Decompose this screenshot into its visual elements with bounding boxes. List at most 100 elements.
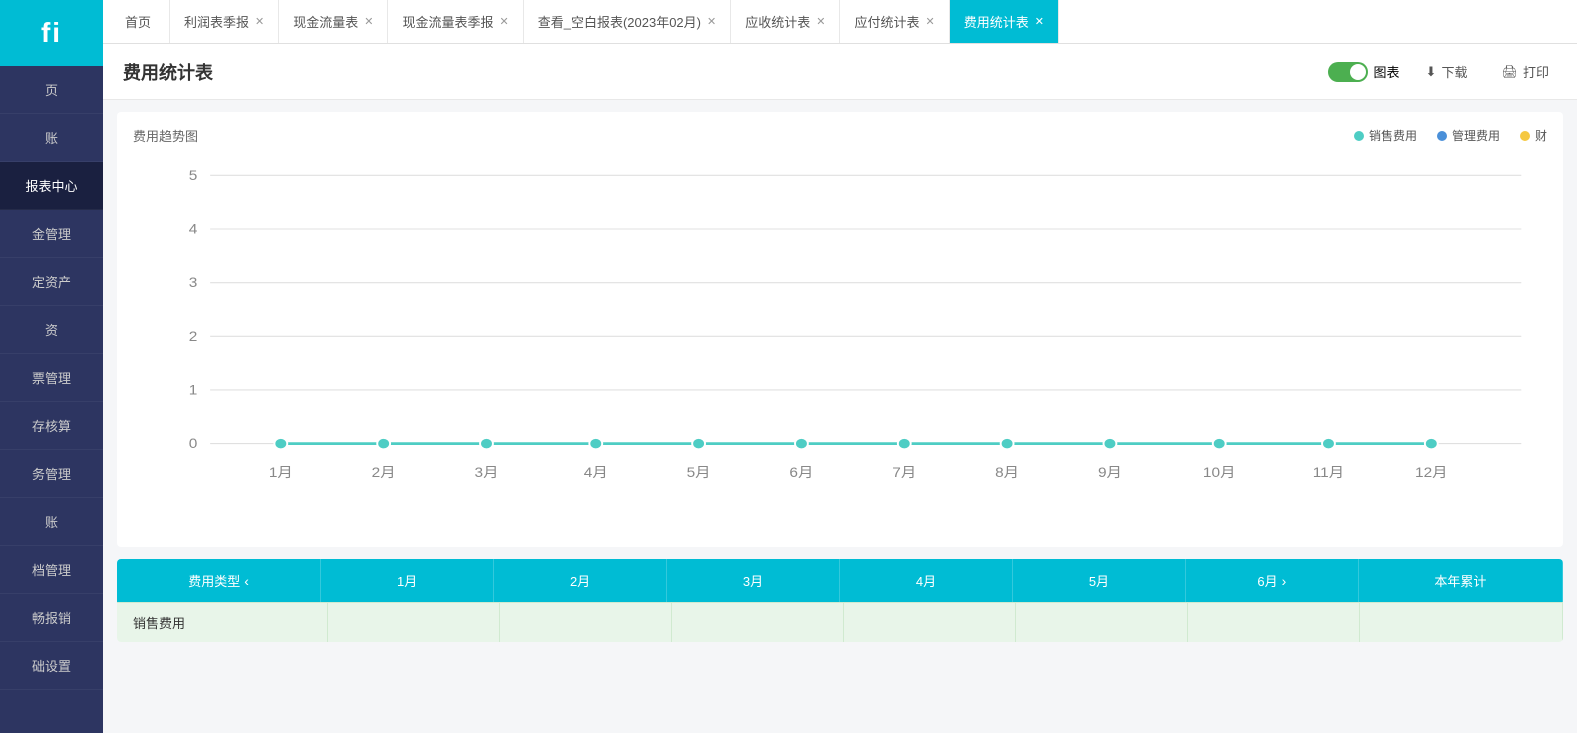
sidebar-item-service[interactable]: 务管理 bbox=[0, 450, 103, 498]
chart-header: 费用趋势图 销售费用 管理费用 财 bbox=[133, 126, 1547, 145]
svg-text:4月: 4月 bbox=[584, 466, 608, 481]
svg-text:12月: 12月 bbox=[1415, 466, 1448, 481]
print-icon: 🖨 bbox=[1501, 64, 1518, 80]
download-icon: ⬇ bbox=[1426, 64, 1437, 80]
svg-text:7月: 7月 bbox=[892, 466, 916, 481]
print-label: 打印 bbox=[1523, 62, 1549, 81]
tab-close-expense-stats[interactable]: ✕ bbox=[1035, 15, 1044, 28]
download-label: 下载 bbox=[1441, 62, 1467, 81]
svg-text:3: 3 bbox=[189, 276, 198, 291]
svg-text:1: 1 bbox=[189, 383, 198, 398]
td-m4 bbox=[844, 603, 1016, 642]
th-m3: 3月 bbox=[667, 559, 840, 602]
tab-profit-quarterly[interactable]: 利润表季报 ✕ bbox=[170, 0, 279, 44]
tab-close-cashflow-quarterly[interactable]: ✕ bbox=[500, 15, 509, 28]
svg-text:2月: 2月 bbox=[372, 466, 396, 481]
chart-legend: 销售费用 管理费用 财 bbox=[1354, 127, 1547, 144]
svg-text:9月: 9月 bbox=[1098, 466, 1122, 481]
tab-close-receivable[interactable]: ✕ bbox=[816, 15, 825, 28]
chart-title: 费用趋势图 bbox=[133, 126, 198, 145]
chart-container: 5 4 3 2 1 0 1月 2月 3月 4月 5月 6月 7月 8月 9月 bbox=[133, 153, 1547, 533]
sidebar-nav: 页 账 报表中心 金管理 定资产 资 票管理 存核算 务管理 账 档管理 畅报销… bbox=[0, 66, 103, 733]
th-m5: 5月 bbox=[1013, 559, 1186, 602]
svg-text:5: 5 bbox=[189, 169, 198, 184]
sidebar-item-fixed-assets[interactable]: 定资产 bbox=[0, 258, 103, 306]
main-area: 首页 利润表季报 ✕ 现金流量表 ✕ 现金流量表季报 ✕ 查看_空白报表(202… bbox=[103, 0, 1577, 733]
tab-cashflow-quarterly[interactable]: 现金流量表季报 ✕ bbox=[388, 0, 523, 44]
sidebar-item-archive[interactable]: 档管理 bbox=[0, 546, 103, 594]
td-m6 bbox=[1188, 603, 1360, 642]
svg-text:0: 0 bbox=[189, 437, 198, 452]
svg-text:4: 4 bbox=[189, 222, 198, 237]
tab-cashflow[interactable]: 现金流量表 ✕ bbox=[279, 0, 388, 44]
chart-toggle-wrap: 图表 bbox=[1328, 62, 1400, 82]
td-m5 bbox=[1016, 603, 1188, 642]
expense-table: 费用类型 ‹ 1月 2月 3月 4月 5月 6月 › 本年累计 销售费用 bbox=[117, 559, 1563, 642]
td-m1 bbox=[328, 603, 500, 642]
th-nav-prev[interactable]: ‹ bbox=[244, 573, 249, 589]
svg-text:10月: 10月 bbox=[1203, 466, 1236, 481]
app-logo: fi bbox=[0, 0, 103, 66]
chart-toggle[interactable] bbox=[1328, 62, 1368, 82]
svg-text:6月: 6月 bbox=[789, 466, 813, 481]
sidebar-item-expense[interactable]: 畅报销 bbox=[0, 594, 103, 642]
td-m2 bbox=[500, 603, 672, 642]
page-header: 费用统计表 图表 ⬇ 下载 🖨 打印 bbox=[103, 44, 1577, 100]
tab-close-payable[interactable]: ✕ bbox=[925, 15, 934, 28]
svg-text:2: 2 bbox=[189, 330, 198, 345]
legend-dot-admin bbox=[1437, 131, 1447, 141]
th-total: 本年累计 bbox=[1359, 559, 1563, 602]
sidebar-item-inventory[interactable]: 存核算 bbox=[0, 402, 103, 450]
tab-expense-stats[interactable]: 费用统计表 ✕ bbox=[950, 0, 1059, 44]
legend-dot-sales bbox=[1354, 131, 1364, 141]
th-m4: 4月 bbox=[840, 559, 1013, 602]
sidebar: fi 页 账 报表中心 金管理 定资产 资 票管理 存核算 务管理 账 档管理 … bbox=[0, 0, 103, 733]
svg-text:11月: 11月 bbox=[1313, 466, 1344, 481]
sidebar-item-account[interactable]: 账 bbox=[0, 114, 103, 162]
table-header: 费用类型 ‹ 1月 2月 3月 4月 5月 6月 › 本年累计 bbox=[117, 559, 1563, 602]
th-m6: 6月 › bbox=[1186, 559, 1359, 602]
svg-text:1月: 1月 bbox=[269, 466, 293, 481]
print-button[interactable]: 🖨 打印 bbox=[1493, 58, 1557, 85]
tab-receivable[interactable]: 应收统计表 ✕ bbox=[731, 0, 840, 44]
legend-label-finance: 财 bbox=[1535, 127, 1547, 144]
sidebar-item-fund[interactable]: 金管理 bbox=[0, 210, 103, 258]
svg-text:5月: 5月 bbox=[687, 466, 711, 481]
svg-text:8月: 8月 bbox=[995, 466, 1019, 481]
th-m2: 2月 bbox=[494, 559, 667, 602]
content-area: 费用统计表 图表 ⬇ 下载 🖨 打印 费用趋势图 bbox=[103, 44, 1577, 733]
sidebar-item-report-center[interactable]: 报表中心 bbox=[0, 162, 103, 210]
legend-sales: 销售费用 bbox=[1354, 127, 1417, 144]
sidebar-item-home[interactable]: 页 bbox=[0, 66, 103, 114]
td-total bbox=[1360, 603, 1563, 642]
tab-close-blank-report[interactable]: ✕ bbox=[707, 15, 716, 28]
download-button[interactable]: ⬇ 下载 bbox=[1418, 58, 1476, 85]
tab-close-cashflow[interactable]: ✕ bbox=[364, 15, 373, 28]
legend-admin: 管理费用 bbox=[1437, 127, 1500, 144]
chart-toggle-label: 图表 bbox=[1374, 62, 1400, 81]
th-type: 费用类型 ‹ bbox=[117, 559, 321, 602]
tab-home[interactable]: 首页 bbox=[107, 0, 170, 44]
sidebar-item-invoice[interactable]: 票管理 bbox=[0, 354, 103, 402]
sidebar-item-settings[interactable]: 础设置 bbox=[0, 642, 103, 690]
th-nav-next[interactable]: › bbox=[1282, 573, 1287, 589]
legend-label-admin: 管理费用 bbox=[1452, 127, 1500, 144]
sidebar-item-investment[interactable]: 资 bbox=[0, 306, 103, 354]
td-type: 销售费用 bbox=[117, 603, 328, 642]
chart-section: 费用趋势图 销售费用 管理费用 财 bbox=[117, 112, 1563, 547]
legend-label-sales: 销售费用 bbox=[1369, 127, 1417, 144]
line-chart-svg: 5 4 3 2 1 0 1月 2月 3月 4月 5月 6月 7月 8月 9月 bbox=[133, 153, 1547, 533]
page-title: 费用统计表 bbox=[123, 59, 213, 85]
legend-dot-finance bbox=[1520, 131, 1530, 141]
tab-blank-report[interactable]: 查看_空白报表(2023年02月) ✕ bbox=[524, 0, 732, 44]
table-row: 销售费用 bbox=[117, 602, 1563, 642]
sidebar-item-debt[interactable]: 账 bbox=[0, 498, 103, 546]
tab-payable[interactable]: 应付统计表 ✕ bbox=[840, 0, 949, 44]
tab-close-profit-quarterly[interactable]: ✕ bbox=[255, 15, 264, 28]
td-m3 bbox=[672, 603, 844, 642]
tab-bar: 首页 利润表季报 ✕ 现金流量表 ✕ 现金流量表季报 ✕ 查看_空白报表(202… bbox=[103, 0, 1577, 44]
th-m1: 1月 bbox=[321, 559, 494, 602]
header-actions: 图表 ⬇ 下载 🖨 打印 bbox=[1328, 58, 1557, 85]
svg-text:3月: 3月 bbox=[475, 466, 499, 481]
legend-finance: 财 bbox=[1520, 127, 1547, 144]
